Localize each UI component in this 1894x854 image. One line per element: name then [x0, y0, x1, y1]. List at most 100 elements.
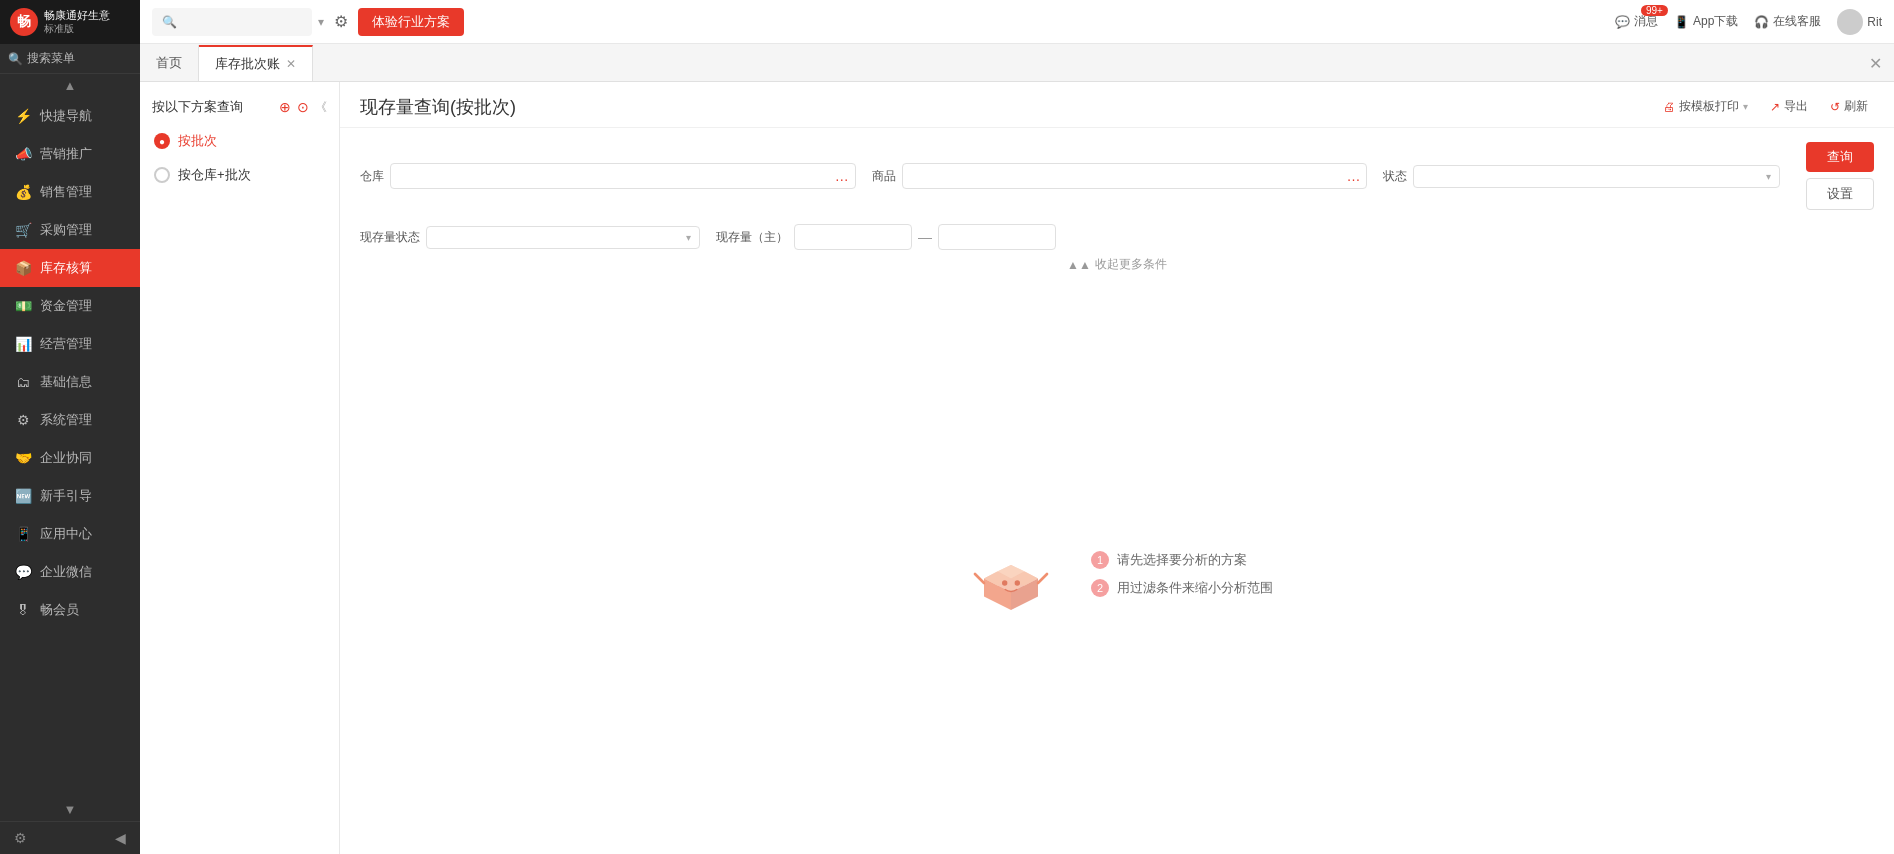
plan-warehouse-batch-label: 按仓库+批次 [178, 166, 251, 184]
sidebar-item-quicknav-label: 快捷导航 [40, 107, 92, 125]
stock-amount-field: 现存量（主） — [716, 224, 1056, 250]
filter-settings-btn[interactable]: 设置 [1806, 178, 1874, 210]
empty-tips: 1 请先选择要分析的方案 2 用过滤条件来缩小分析范围 [1091, 551, 1273, 597]
scroll-down-btn[interactable]: ▼ [0, 798, 140, 821]
topbar-search-box[interactable]: 🔍 [152, 8, 312, 36]
tip-num-1: 1 [1091, 551, 1109, 569]
tab-inventory-batch-label: 库存批次账 [215, 55, 280, 73]
svg-point-6 [1002, 580, 1007, 585]
right-panel: 现存量查询(按批次) 🖨 按模板打印 ▾ ↗ 导出 ↺ 刷新 [340, 82, 1894, 854]
topbar-chevron-icon[interactable]: ▾ [318, 15, 324, 29]
sidebar-item-newguide-label: 新手引导 [40, 487, 92, 505]
query-btn[interactable]: 查询 [1806, 142, 1874, 172]
export-btn[interactable]: ↗ 导出 [1764, 94, 1814, 119]
svg-line-8 [975, 574, 984, 583]
user-name: Rit [1867, 15, 1882, 29]
plan-active-indicator: ● [154, 133, 170, 149]
warehouse-label: 仓库 [360, 168, 384, 185]
online-service-btn[interactable]: 🎧 在线客服 [1754, 13, 1821, 30]
topbar-gear-icon[interactable]: ⚙ [330, 8, 352, 35]
sidebar-item-marketing-label: 营销推广 [40, 145, 92, 163]
add-plan-icon[interactable]: ⊕ [279, 99, 291, 115]
user-menu-btn[interactable]: Rit [1837, 9, 1882, 35]
tabbar: 首页 库存批次账 ✕ ✕ [140, 44, 1894, 82]
message-btn[interactable]: 💬 消息 99+ [1615, 13, 1658, 30]
sidebar-item-operations[interactable]: 📊 经营管理 [0, 325, 140, 363]
app-subtitle: 标准版 [44, 22, 110, 36]
refresh-icon: ↺ [1830, 100, 1840, 114]
search-menu-item[interactable]: 🔍 搜索菜单 [0, 44, 140, 74]
system-icon: ⚙ [14, 411, 32, 429]
sidebar-item-vip[interactable]: 🎖 畅会员 [0, 591, 140, 629]
topbar-search-input[interactable] [181, 15, 302, 29]
sidebar-item-finance[interactable]: 💵 资金管理 [0, 287, 140, 325]
app-download-label: App下载 [1693, 13, 1738, 30]
operations-icon: 📊 [14, 335, 32, 353]
collapse-filters-btn[interactable]: ▲▲ 收起更多条件 [360, 250, 1874, 279]
warehouse-input[interactable] [391, 164, 829, 188]
sidebar-nav: ⚡ 快捷导航 📣 营销推广 💰 销售管理 🛒 采购管理 📦 库存核算 💵 资金管… [0, 97, 140, 798]
sidebar-item-quicknav[interactable]: ⚡ 快捷导航 [0, 97, 140, 135]
plan-item-warehouse-batch[interactable]: 按仓库+批次 [140, 158, 339, 192]
sidebar-item-inventory-label: 库存核算 [40, 259, 92, 277]
topbar-left: 🔍 ▾ ⚙ 体验行业方案 [152, 8, 1607, 36]
scroll-up-btn[interactable]: ▲ [0, 74, 140, 97]
left-panel-header: 按以下方案查询 ⊕ ⊙ 《 [140, 92, 339, 124]
warehouse-ellipsis-btn[interactable]: … [829, 168, 855, 184]
sidebar-item-wechat[interactable]: 💬 企业微信 [0, 553, 140, 591]
search-icon-top: 🔍 [162, 15, 177, 29]
refresh-btn[interactable]: ↺ 刷新 [1824, 94, 1874, 119]
print-icon: 🖨 [1663, 100, 1675, 114]
manage-plan-icon[interactable]: ⊙ [297, 99, 309, 115]
sidebar-item-finance-label: 资金管理 [40, 297, 92, 315]
app-download-btn[interactable]: 📱 App下载 [1674, 13, 1738, 30]
tab-home[interactable]: 首页 [140, 45, 199, 81]
tab-close-btn[interactable]: ✕ [286, 57, 296, 71]
sidebar-item-inventory[interactable]: 📦 库存核算 [0, 249, 140, 287]
print-dropdown-icon[interactable]: ▾ [1743, 101, 1748, 112]
goods-input-wrap[interactable]: … [902, 163, 1368, 189]
tabbar-close-icon[interactable]: ✕ [1869, 53, 1882, 72]
page-actions: 🖨 按模板打印 ▾ ↗ 导出 ↺ 刷新 [1657, 94, 1874, 119]
content-area: 按以下方案查询 ⊕ ⊙ 《 ● 按批次 按仓库+批次 现存量查询(按批次) [140, 82, 1894, 854]
sidebar-item-base[interactable]: 🗂 基础信息 [0, 363, 140, 401]
tip-1-text: 请先选择要分析的方案 [1117, 551, 1247, 569]
status-select-chevron: ▾ [1766, 171, 1771, 182]
tip-2-text: 用过滤条件来缩小分析范围 [1117, 579, 1273, 597]
experience-btn[interactable]: 体验行业方案 [358, 8, 464, 36]
sidebar-item-appcenter-label: 应用中心 [40, 525, 92, 543]
plan-batch-label: 按批次 [178, 132, 217, 150]
collapse-sidebar-btn[interactable]: ◀ [115, 830, 126, 846]
message-icon: 💬 [1615, 15, 1630, 29]
goods-input[interactable] [903, 164, 1341, 188]
settings-footer-btn[interactable]: ⚙ [14, 830, 27, 846]
export-icon: ↗ [1770, 100, 1780, 114]
stock-amount-to[interactable] [938, 224, 1056, 250]
goods-ellipsis-btn[interactable]: … [1340, 168, 1366, 184]
sidebar-item-purchase[interactable]: 🛒 采购管理 [0, 211, 140, 249]
marketing-icon: 📣 [14, 145, 32, 163]
sidebar-item-marketing[interactable]: 📣 营销推广 [0, 135, 140, 173]
sidebar-item-enterprise[interactable]: 🤝 企业协同 [0, 439, 140, 477]
newguide-icon: 🆕 [14, 487, 32, 505]
plan-item-batch[interactable]: ● 按批次 [140, 124, 339, 158]
left-panel-title: 按以下方案查询 [152, 98, 243, 116]
warehouse-input-wrap[interactable]: … [390, 163, 856, 189]
wechat-icon: 💬 [14, 563, 32, 581]
sidebar-item-system[interactable]: ⚙ 系统管理 [0, 401, 140, 439]
sidebar-item-system-label: 系统管理 [40, 411, 92, 429]
stock-status-select[interactable]: ▾ [426, 226, 700, 249]
tab-inventory-batch[interactable]: 库存批次账 ✕ [199, 45, 313, 81]
filter-row-1: 仓库 … 商品 … 状态 [360, 142, 1874, 210]
message-badge: 99+ [1641, 5, 1668, 16]
filter-row-2: 现存量状态 ▾ 现存量（主） — [360, 224, 1874, 250]
sidebar-item-appcenter[interactable]: 📱 应用中心 [0, 515, 140, 553]
sidebar-item-enterprise-label: 企业协同 [40, 449, 92, 467]
print-btn[interactable]: 🖨 按模板打印 ▾ [1657, 94, 1754, 119]
empty-tip-1: 1 请先选择要分析的方案 [1091, 551, 1273, 569]
sidebar-item-newguide[interactable]: 🆕 新手引导 [0, 477, 140, 515]
stock-amount-from[interactable] [794, 224, 912, 250]
sidebar-item-sales[interactable]: 💰 销售管理 [0, 173, 140, 211]
status-select[interactable]: ▾ [1413, 165, 1780, 188]
collapse-panel-icon[interactable]: 《 [315, 99, 327, 116]
